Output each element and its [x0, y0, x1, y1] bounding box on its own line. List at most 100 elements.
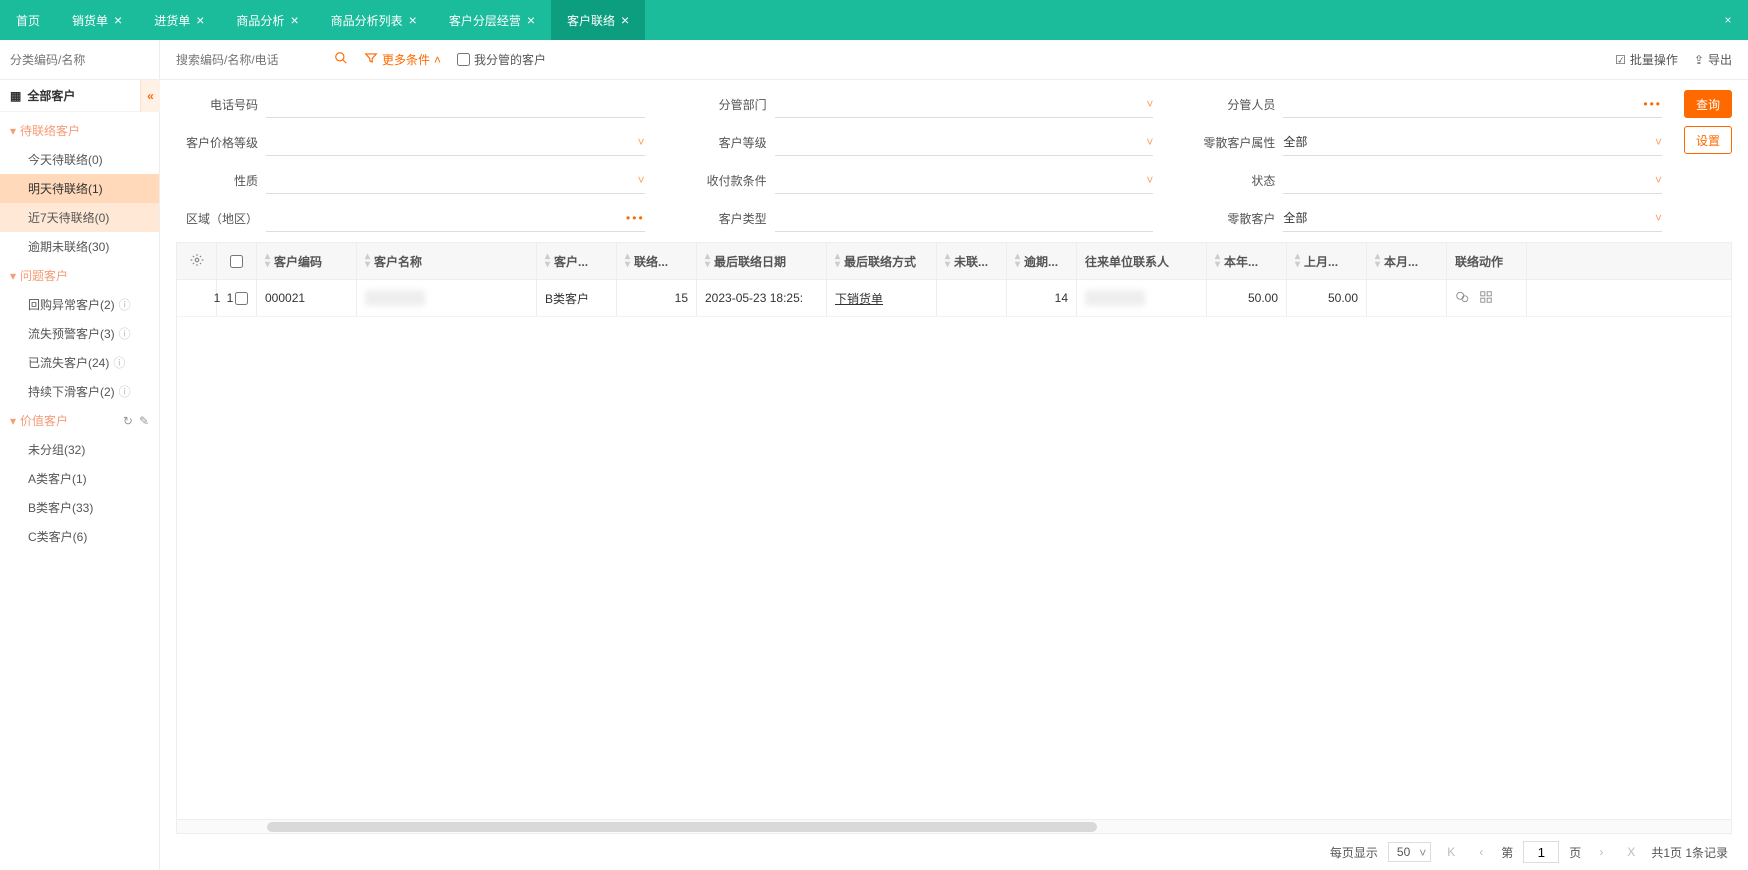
scrollbar-thumb[interactable] — [267, 822, 1097, 832]
sort-icon: ▴▾ — [1215, 253, 1220, 269]
first-page-button[interactable]: K — [1441, 845, 1461, 859]
tree-item[interactable]: 未分组(32) — [0, 435, 159, 464]
prev-page-button[interactable]: ‹ — [1471, 845, 1491, 859]
col-code[interactable]: ▴▾客户编码 — [257, 243, 357, 279]
close-icon[interactable]: × — [114, 13, 122, 27]
my-customers-checkbox[interactable]: 我分管的客户 — [457, 51, 546, 68]
tab-sales[interactable]: 销货单× — [56, 0, 138, 40]
sort-icon: ▴▾ — [705, 253, 710, 269]
close-icon[interactable]: × — [196, 13, 204, 27]
help-icon[interactable]: ⓘ — [113, 354, 125, 371]
col-cust[interactable]: ▴▾客户... — [537, 243, 617, 279]
tree-group[interactable]: ▾待联络客户 — [0, 116, 159, 145]
tab-prod-analysis[interactable]: 商品分析× — [220, 0, 314, 40]
pay-cond-select[interactable]: ˅ — [775, 166, 1154, 194]
sidebar-search-input[interactable] — [10, 53, 165, 67]
help-icon[interactable]: ⓘ — [119, 383, 131, 400]
tree-item[interactable]: 持续下滑客户(2)ⓘ — [0, 377, 159, 406]
person-select[interactable]: ••• — [1283, 90, 1662, 118]
price-level-select[interactable]: ˅ — [266, 128, 645, 156]
filter-label: 性质 — [176, 172, 266, 189]
horizontal-scrollbar[interactable] — [177, 819, 1731, 833]
search-icon[interactable] — [334, 51, 348, 68]
wechat-icon[interactable] — [1455, 290, 1469, 307]
last-page-button[interactable]: X — [1621, 845, 1641, 859]
tab-purchase[interactable]: 进货单× — [138, 0, 220, 40]
col-lastm[interactable]: ▴▾上月... — [1287, 243, 1367, 279]
cell-lastway: 下销货单 — [827, 280, 937, 316]
next-page-button[interactable]: › — [1591, 845, 1611, 859]
qrcode-icon[interactable] — [1479, 290, 1493, 307]
tree-item[interactable]: 明天待联络(1) — [0, 174, 159, 203]
region-select[interactable]: ••• — [266, 204, 645, 232]
tree-item[interactable]: 逾期未联络(30) — [0, 232, 159, 261]
tree-group[interactable]: ▾价值客户↻✎ — [0, 406, 159, 435]
status-select[interactable]: ˅ — [1283, 166, 1662, 194]
tree-item[interactable]: C类客户(6) — [0, 522, 159, 551]
close-icon[interactable]: × — [290, 13, 298, 27]
page-input[interactable] — [1523, 841, 1559, 863]
close-icon[interactable]: × — [409, 13, 417, 27]
col-nocontact[interactable]: ▴▾未联... — [937, 243, 1007, 279]
table-row[interactable]: 1 1 000021 B类客户 15 2023-05-23 18:25: 下销货… — [177, 280, 1731, 317]
help-icon[interactable]: ⓘ — [119, 325, 131, 342]
batch-action-button[interactable]: ☑批量操作 — [1615, 51, 1678, 68]
col-name[interactable]: ▴▾客户名称 — [357, 243, 537, 279]
col-lastway[interactable]: ▴▾最后联络方式 — [827, 243, 937, 279]
tab-cust-contact[interactable]: 客户联络× — [551, 0, 645, 40]
tree-item[interactable]: 流失预警客户(3)ⓘ — [0, 319, 159, 348]
dept-select[interactable]: ˅ — [775, 90, 1154, 118]
tree-item[interactable]: B类客户(33) — [0, 493, 159, 522]
col-overdue[interactable]: ▴▾逾期... — [1007, 243, 1077, 279]
tab-prod-analysis-list[interactable]: 商品分析列表× — [315, 0, 433, 40]
tree-item[interactable]: 回购异常客户(2)ⓘ — [0, 290, 159, 319]
col-year[interactable]: ▴▾本年... — [1207, 243, 1287, 279]
refresh-icon[interactable]: ↻ — [123, 414, 133, 428]
help-icon[interactable]: ⓘ — [119, 296, 131, 313]
sidebar: ▦ 全部客户 « ▾待联络客户 今天待联络(0) 明天待联络(1) 近7天待联络… — [0, 40, 160, 870]
gear-column[interactable] — [177, 243, 217, 279]
checkbox-input[interactable] — [457, 53, 470, 66]
sidebar-header: ▦ 全部客户 « — [0, 80, 159, 112]
col-thism[interactable]: ▴▾本月... — [1367, 243, 1447, 279]
col-lastdate[interactable]: ▴▾最后联络日期 — [697, 243, 827, 279]
tree-item[interactable]: 已流失客户(24)ⓘ — [0, 348, 159, 377]
main: 更多条件 ˄ 我分管的客户 ☑批量操作 ⇪导出 电话号码 分管部门˅ 分管人员•… — [160, 40, 1748, 870]
search-input[interactable] — [176, 53, 326, 67]
retail-select[interactable]: 全部˅ — [1283, 204, 1662, 232]
last-way-link[interactable]: 下销货单 — [835, 290, 883, 307]
col-contact[interactable]: ▴▾联络... — [617, 243, 697, 279]
query-button[interactable]: 查询 — [1684, 90, 1732, 118]
collapse-sidebar-icon[interactable]: « — [140, 80, 160, 112]
close-icon[interactable]: × — [621, 13, 629, 27]
edit-icon[interactable]: ✎ — [139, 414, 149, 428]
sort-icon: ▴▾ — [1015, 253, 1020, 269]
nature-select[interactable]: ˅ — [266, 166, 645, 194]
settings-button[interactable]: 设置 — [1684, 126, 1732, 154]
cell-nocontact — [937, 280, 1007, 316]
more-conditions-toggle[interactable]: 更多条件 ˄ — [364, 51, 441, 68]
select-all-checkbox[interactable] — [217, 243, 257, 279]
tree-item[interactable]: A类客户(1) — [0, 464, 159, 493]
per-page-select[interactable]: 50˅ — [1388, 842, 1431, 862]
cust-type-input[interactable] — [775, 204, 1154, 232]
filter-label: 分管部门 — [685, 96, 775, 113]
close-all-icon[interactable]: × — [1708, 13, 1748, 27]
chevron-down-icon: ˅ — [1655, 211, 1662, 225]
chevron-up-icon: ˄ — [434, 53, 441, 67]
retail-attr-select[interactable]: 全部˅ — [1283, 128, 1662, 156]
row-checkbox[interactable]: 1 — [217, 280, 257, 316]
col-contactp[interactable]: 往来单位联系人 — [1077, 243, 1207, 279]
phone-input[interactable] — [266, 90, 645, 118]
tab-cust-tier[interactable]: 客户分层经营× — [433, 0, 551, 40]
tree-item[interactable]: 近7天待联络(0) — [0, 203, 159, 232]
close-icon[interactable]: × — [527, 13, 535, 27]
tree-item[interactable]: 今天待联络(0) — [0, 145, 159, 174]
export-button[interactable]: ⇪导出 — [1694, 51, 1732, 68]
filter-icon — [364, 51, 378, 68]
tab-home[interactable]: 首页 — [0, 0, 56, 40]
cell-contact: 15 — [617, 280, 697, 316]
cust-level-select[interactable]: ˅ — [775, 128, 1154, 156]
tree-group[interactable]: ▾问题客户 — [0, 261, 159, 290]
chevron-down-icon: ˅ — [638, 173, 645, 187]
